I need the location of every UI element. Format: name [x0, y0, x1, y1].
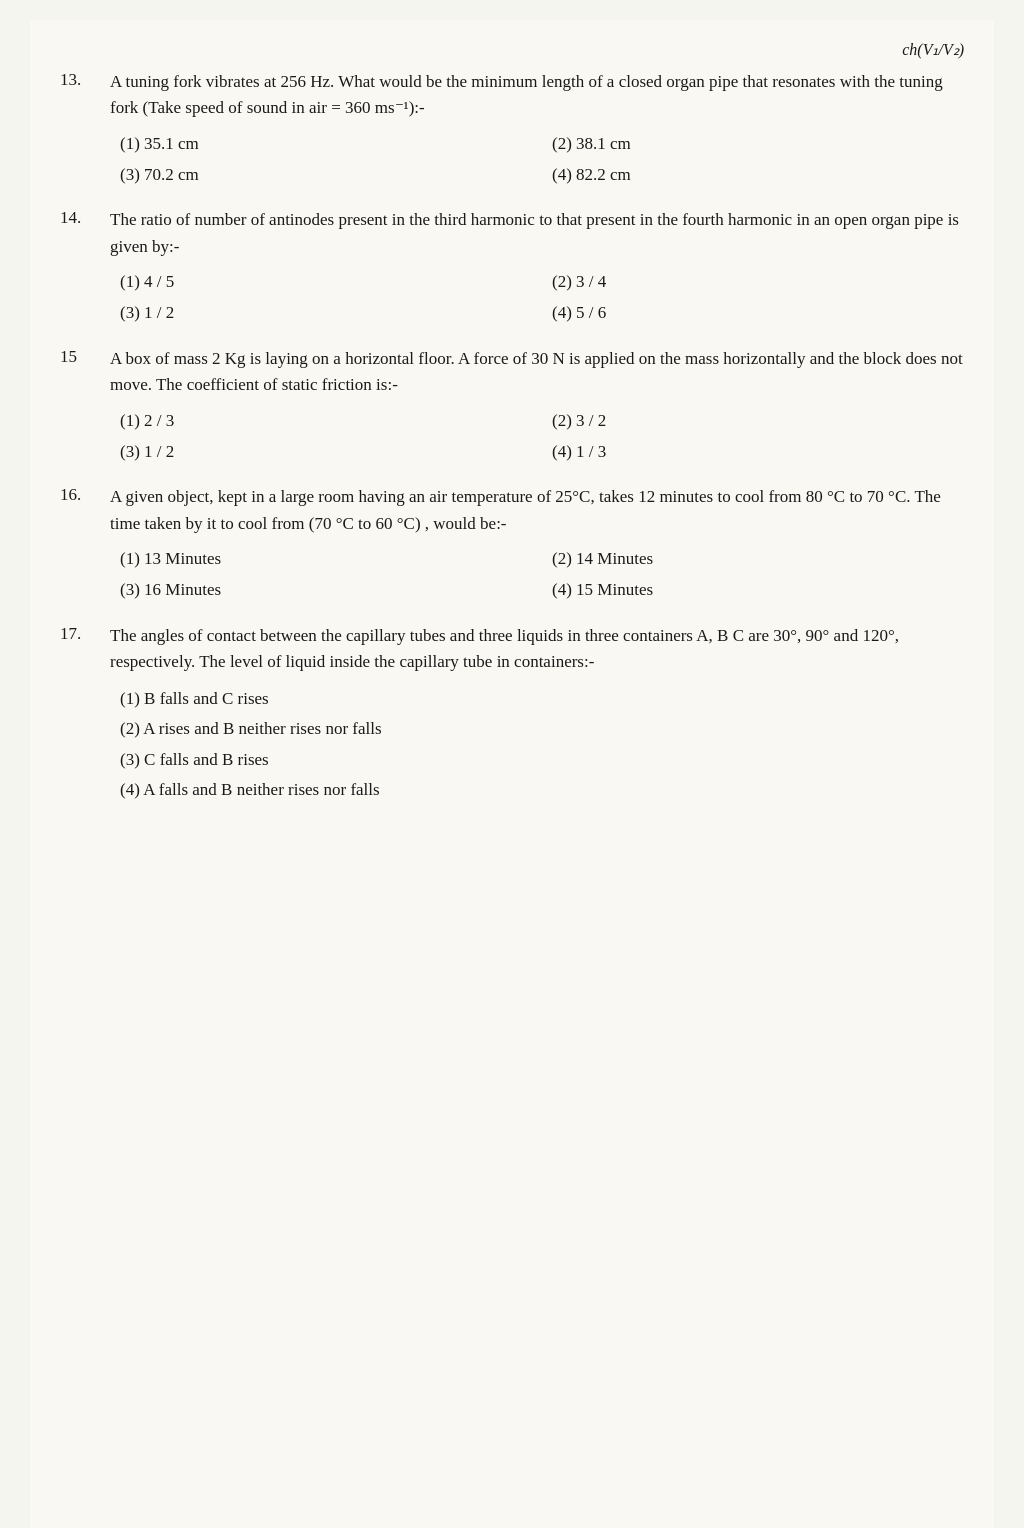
option-4-1: (1) 13 Minutes [120, 545, 532, 574]
option-3-2: (2) 3 / 2 [552, 407, 964, 436]
header-formula: ch(V₁/V₂) [60, 40, 964, 59]
question-text-1: A tuning fork vibrates at 256 Hz. What w… [110, 69, 964, 122]
question-block-2: 14.The ratio of number of antinodes pres… [60, 207, 964, 327]
question-body-1: A tuning fork vibrates at 256 Hz. What w… [110, 69, 964, 189]
question-block-3: 15A box of mass 2 Kg is laying on a hori… [60, 346, 964, 466]
question-text-4: A given object, kept in a large room hav… [110, 484, 964, 537]
question-number-4: 16. [60, 484, 110, 505]
option-4-4: (4) 15 Minutes [552, 576, 964, 605]
option-1-3: (3) 70.2 cm [120, 161, 532, 190]
option-4-2: (2) 14 Minutes [552, 545, 964, 574]
question-number-1: 13. [60, 69, 110, 90]
question-body-3: A box of mass 2 Kg is laying on a horizo… [110, 346, 964, 466]
option-5-2: (2) A rises and B neither rises nor fall… [120, 714, 964, 745]
question-block-1: 13.A tuning fork vibrates at 256 Hz. Wha… [60, 69, 964, 189]
question-number-2: 14. [60, 207, 110, 228]
question-body-5: The angles of contact between the capill… [110, 623, 964, 806]
option-2-3: (3) 1 / 2 [120, 299, 532, 328]
option-1-4: (4) 82.2 cm [552, 161, 964, 190]
question-text-3: A box of mass 2 Kg is laying on a horizo… [110, 346, 964, 399]
option-4-3: (3) 16 Minutes [120, 576, 532, 605]
option-5-3: (3) C falls and B rises [120, 745, 964, 776]
options-grid-3: (1) 2 / 3 (2) 3 / 2 (3) 1 / 2 (4) 1 / 3 [120, 407, 964, 467]
question-text-5: The angles of contact between the capill… [110, 623, 964, 676]
question-body-2: The ratio of number of antinodes present… [110, 207, 964, 327]
option-2-2: (2) 3 / 4 [552, 268, 964, 297]
options-grid-1: (1) 35.1 cm (2) 38.1 cm (3) 70.2 cm (4) 82.… [120, 130, 964, 190]
option-5-1: (1) B falls and C rises [120, 684, 964, 715]
question-number-3: 15 [60, 346, 110, 367]
question-block-5: 17.The angles of contact between the cap… [60, 623, 964, 806]
question-text-2: The ratio of number of antinodes present… [110, 207, 964, 260]
option-3-4: (4) 1 / 3 [552, 438, 964, 467]
question-number-5: 17. [60, 623, 110, 644]
questions-container: 13.A tuning fork vibrates at 256 Hz. Wha… [60, 69, 964, 806]
options-list-5: (1) B falls and C rises(2) A rises and B… [120, 684, 964, 806]
option-1-2: (2) 38.1 cm [552, 130, 964, 159]
option-2-4: (4) 5 / 6 [552, 299, 964, 328]
options-grid-4: (1) 13 Minutes (2) 14 Minutes (3) 16 Minut… [120, 545, 964, 605]
page-content: ch(V₁/V₂) 13.A tuning fork vibrates at 2… [30, 20, 994, 1528]
options-grid-2: (1) 4 / 5 (2) 3 / 4 (3) 1 / 2 (4) 5 / 6 [120, 268, 964, 328]
question-block-4: 16.A given object, kept in a large room … [60, 484, 964, 604]
option-3-3: (3) 1 / 2 [120, 438, 532, 467]
option-5-4: (4) A falls and B neither rises nor fall… [120, 775, 964, 806]
question-body-4: A given object, kept in a large room hav… [110, 484, 964, 604]
option-2-1: (1) 4 / 5 [120, 268, 532, 297]
option-3-1: (1) 2 / 3 [120, 407, 532, 436]
option-1-1: (1) 35.1 cm [120, 130, 532, 159]
